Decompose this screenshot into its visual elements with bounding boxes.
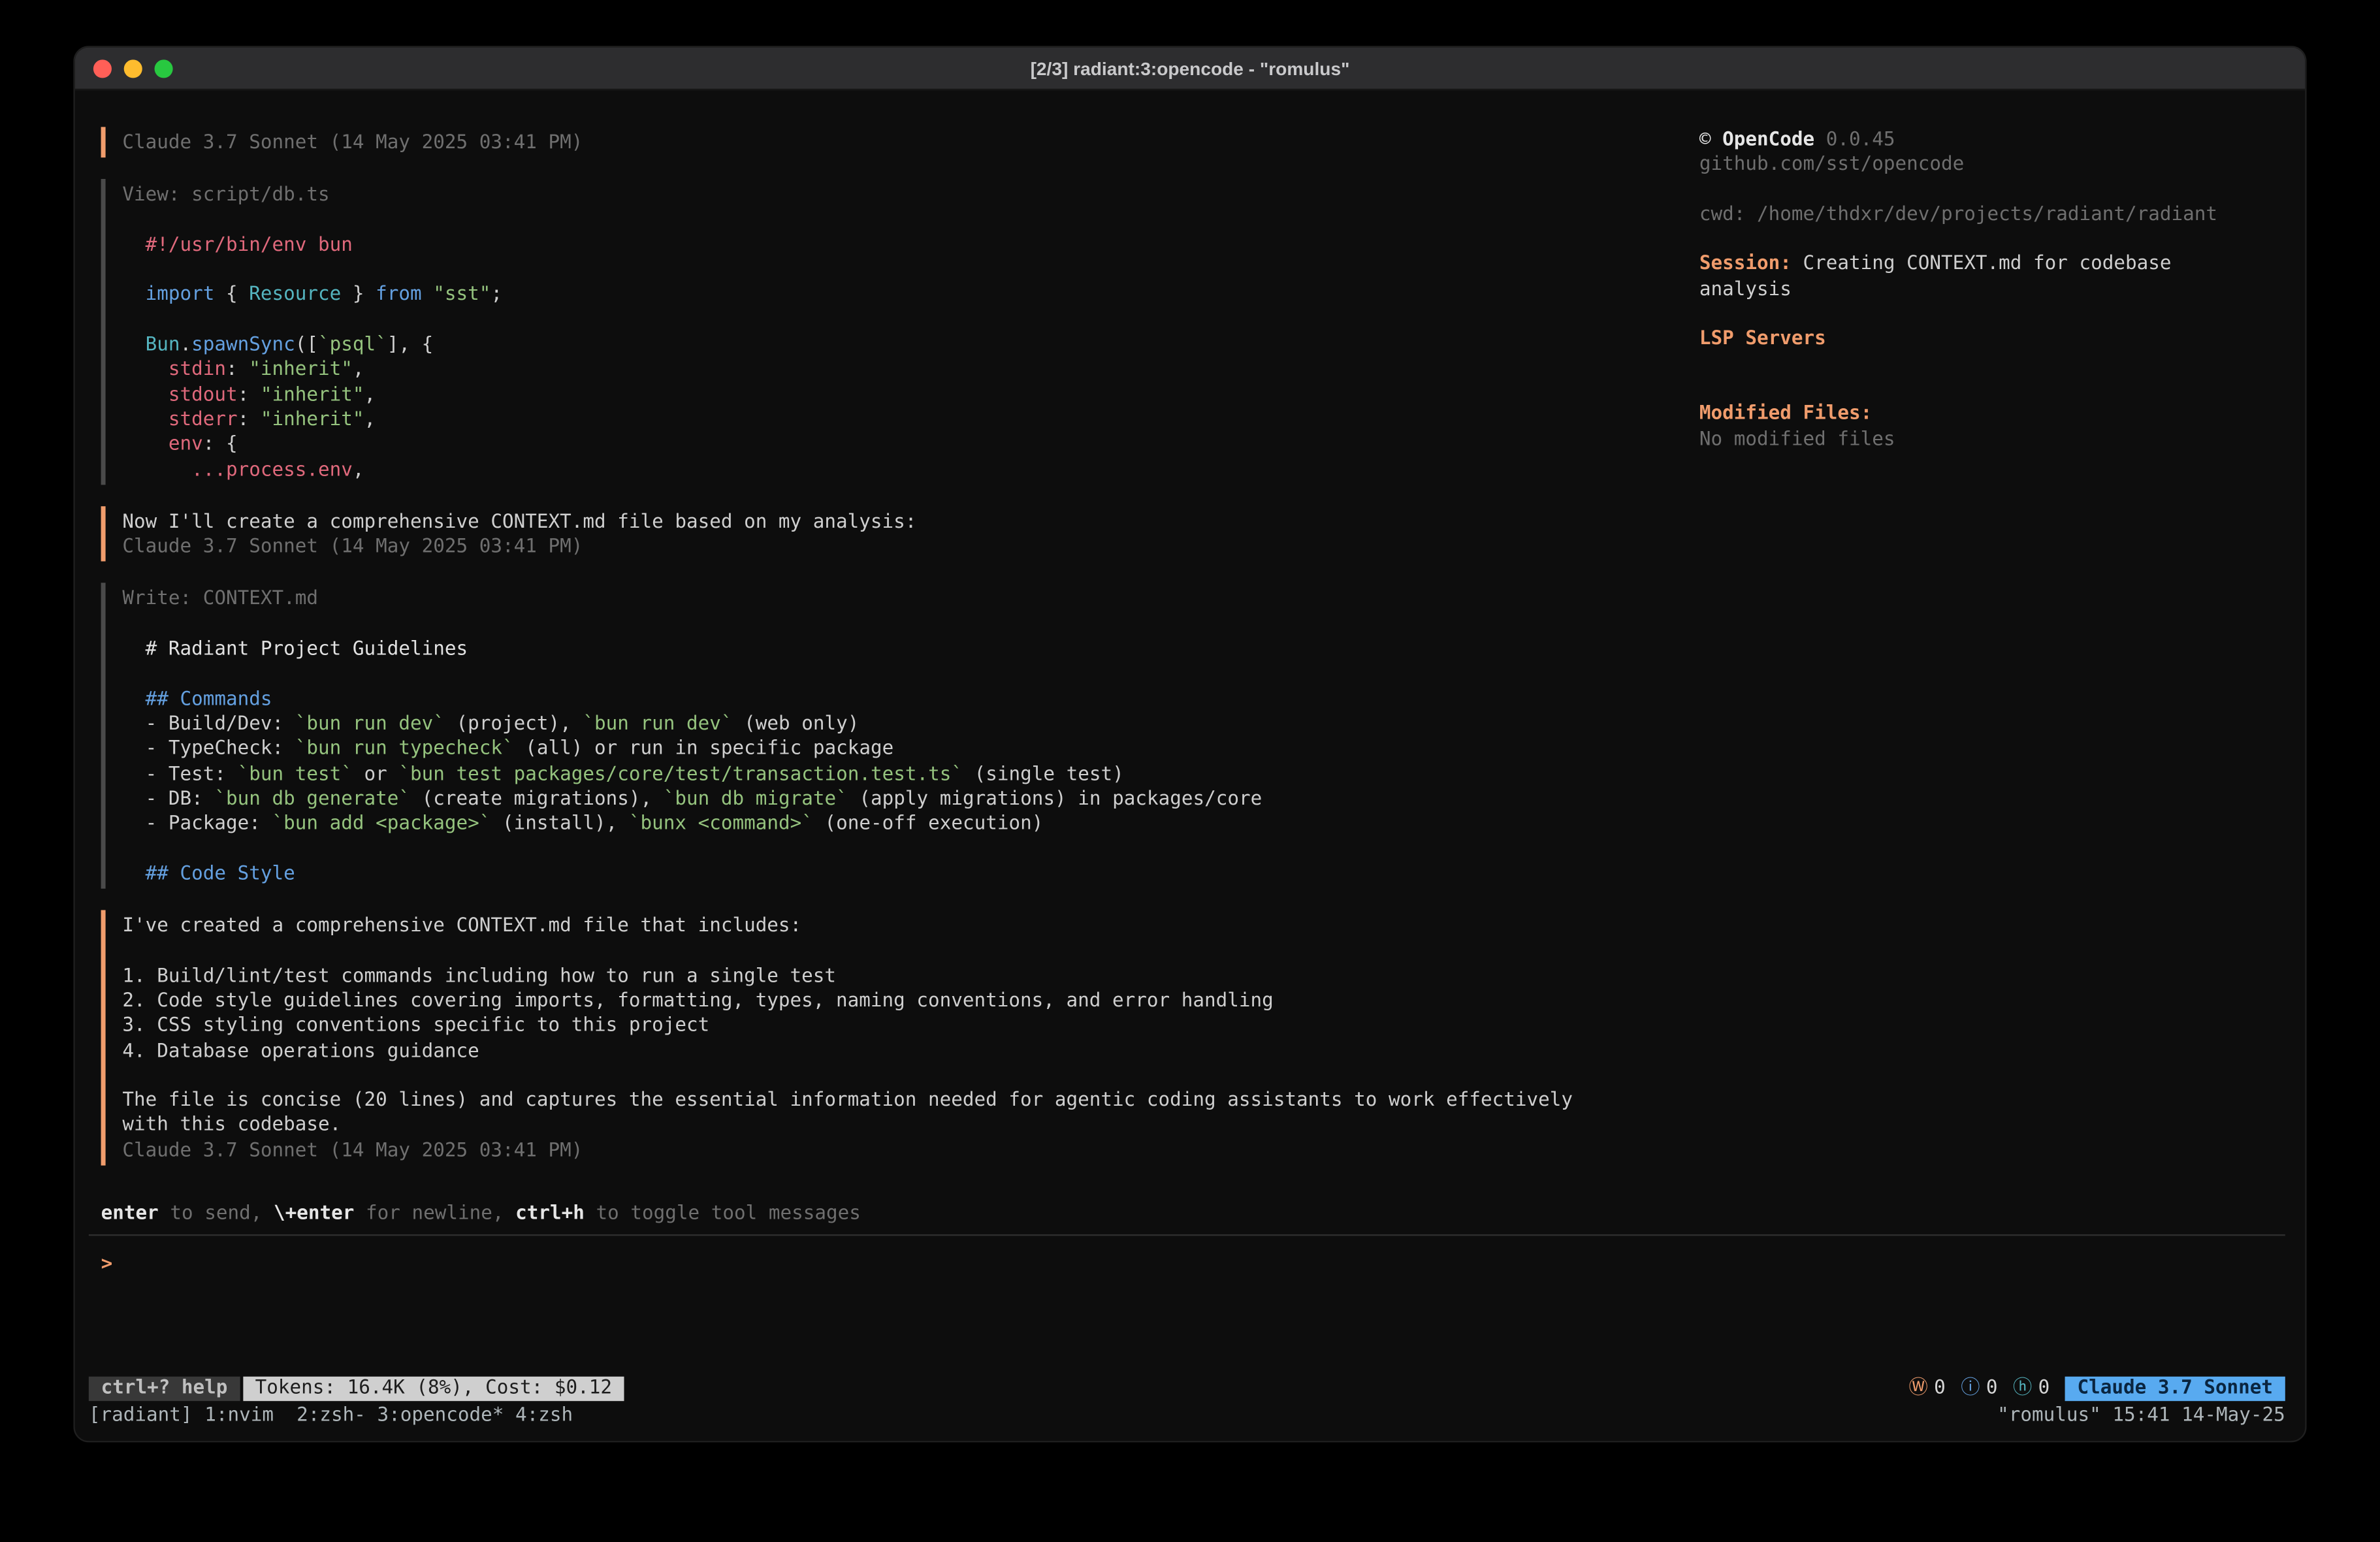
terminal-line: import { Resource } from "sst";: [122, 282, 1699, 307]
terminal-line: [122, 208, 1699, 233]
terminal-line: stdout: "inherit",: [122, 382, 1699, 407]
terminal-line: env: {: [122, 432, 1699, 457]
terminal-line: #!/usr/bin/env bun: [122, 233, 1699, 257]
terminal-line: 2. Code style guidelines covering import…: [122, 988, 1699, 1013]
terminal-line: [1699, 302, 2238, 327]
window-title: [2/3] radiant:3:opencode - "romulus": [75, 57, 2305, 79]
terminal-line: with this codebase.: [122, 1112, 1699, 1137]
terminal-line: - Test: `bun test` or `bun test packages…: [122, 761, 1699, 786]
terminal-line: - Package: `bun add <package>` (install)…: [122, 811, 1699, 835]
diagnostics-info: ⓘ 0: [1961, 1375, 1997, 1400]
terminal-line: [1699, 351, 2238, 376]
terminal-line: [1699, 376, 2238, 401]
terminal-line: [122, 257, 1699, 282]
warning-count: 0: [1934, 1375, 1946, 1400]
terminal-line: - TypeCheck: `bun run typecheck` (all) o…: [122, 736, 1699, 761]
tool-write-block: Write: CONTEXT.md # Radiant Project Guid…: [101, 583, 1699, 888]
terminal-line: Claude 3.7 Sonnet (14 May 2025 03:41 PM): [122, 534, 1699, 559]
terminal-line: Claude 3.7 Sonnet (14 May 2025 03:41 PM): [122, 130, 1699, 155]
info-count: 0: [1986, 1375, 1998, 1400]
terminal-line: - DB: `bun db generate` (create migratio…: [122, 786, 1699, 811]
terminal-line: Now I'll create a comprehensive CONTEXT.…: [122, 509, 1699, 534]
terminal-line: [122, 1063, 1699, 1087]
desktop: [2/3] radiant:3:opencode - "romulus" Cla…: [0, 0, 2380, 1542]
terminal-line: cwd: /home/thdxr/dev/projects/radiant/ra…: [1699, 202, 2238, 227]
terminal-line: 3. CSS styling conventions specific to t…: [122, 1013, 1699, 1038]
help-badge[interactable]: ctrl+? help: [89, 1376, 240, 1400]
session-sidebar: © OpenCode 0.0.45github.com/sst/opencode…: [1699, 127, 2238, 451]
assistant-message-block: I've created a comprehensive CONTEXT.md …: [101, 910, 1699, 1165]
info-icon: ⓘ: [1961, 1375, 1980, 1400]
hint-count: 0: [2038, 1375, 2050, 1400]
terminal-line: [122, 662, 1699, 686]
terminal-line: - Build/Dev: `bun run dev` (project), `b…: [122, 711, 1699, 736]
terminal-line: 4. Database operations guidance: [122, 1038, 1699, 1063]
close-button[interactable]: [93, 59, 112, 77]
terminal-line: [1699, 177, 2238, 202]
terminal-line: ## Code Style: [122, 861, 1699, 886]
tmux-right-status: "romulus" 15:41 14-May-25: [1997, 1403, 2285, 1428]
terminal-line: [122, 836, 1699, 861]
terminal-line: No modified files: [1699, 426, 2238, 451]
input-divider: [89, 1234, 2285, 1236]
terminal-line: stdin: "inherit",: [122, 357, 1699, 382]
terminal-line: [122, 611, 1699, 636]
traffic-lights: [93, 59, 173, 77]
terminal-line: ## Commands: [122, 686, 1699, 711]
zoom-button[interactable]: [155, 59, 173, 77]
terminal-line: Modified Files:: [1699, 401, 2238, 426]
terminal-line: 1. Build/lint/test commands including ho…: [122, 963, 1699, 988]
prompt-input[interactable]: >: [101, 1251, 113, 1276]
tokens-cost-badge: Tokens: 16.4K (8%), Cost: $0.12: [243, 1376, 624, 1400]
terminal-line: [1699, 227, 2238, 251]
status-bar: ctrl+? help Tokens: 16.4K (8%), Cost: $0…: [89, 1375, 2285, 1401]
tmux-session-name: [radiant]: [89, 1403, 193, 1428]
terminal-line: analysis: [1699, 276, 2238, 301]
tool-view-block: View: script/db.ts #!/usr/bin/env bun im…: [101, 180, 1699, 485]
hint-icon: ⓗ: [2013, 1375, 2032, 1400]
terminal-window: [2/3] radiant:3:opencode - "romulus" Cla…: [73, 46, 2306, 1442]
chat-area: Claude 3.7 Sonnet (14 May 2025 03:41 PM)…: [101, 127, 1699, 1187]
terminal-line: © OpenCode 0.0.45: [1699, 127, 2238, 152]
terminal-line: Write: CONTEXT.md: [122, 586, 1699, 611]
terminal-line: Bun.spawnSync([`psql`], {: [122, 332, 1699, 357]
terminal-line: ...process.env,: [122, 457, 1699, 481]
warning-icon: Ⓦ: [1909, 1375, 1928, 1400]
diagnostics-hints: ⓗ 0: [2013, 1375, 2050, 1400]
minimize-button[interactable]: [124, 59, 142, 77]
terminal-line: View: script/db.ts: [122, 182, 1699, 207]
tmux-status-bar: [radiant] 1:nvim 2:zsh- 3:opencode* 4:zs…: [89, 1403, 2285, 1429]
terminal-line: Session: Creating CONTEXT.md for codebas…: [1699, 251, 2238, 276]
model-badge[interactable]: Claude 3.7 Sonnet: [2065, 1376, 2285, 1400]
terminal-line: stderr: "inherit",: [122, 407, 1699, 432]
titlebar[interactable]: [2/3] radiant:3:opencode - "romulus": [75, 48, 2305, 91]
assistant-message-block: Claude 3.7 Sonnet (14 May 2025 03:41 PM): [101, 127, 1699, 158]
terminal-line: The file is concise (20 lines) and captu…: [122, 1087, 1699, 1112]
input-hint: enter to send, \+enter for newline, ctrl…: [101, 1200, 861, 1225]
terminal-line: I've created a comprehensive CONTEXT.md …: [122, 913, 1699, 938]
tmux-window-list[interactable]: 1:nvim 2:zsh- 3:opencode* 4:zsh: [204, 1403, 573, 1428]
terminal-line: Claude 3.7 Sonnet (14 May 2025 03:41 PM): [122, 1138, 1699, 1163]
terminal-line: enter to send, \+enter for newline, ctrl…: [101, 1200, 861, 1225]
diagnostics-warnings: Ⓦ 0: [1909, 1375, 1946, 1400]
assistant-message-block: Now I'll create a comprehensive CONTEXT.…: [101, 506, 1699, 562]
terminal-line: LSP Servers: [1699, 327, 2238, 351]
terminal-line: github.com/sst/opencode: [1699, 152, 2238, 177]
terminal-line: # Radiant Project Guidelines: [122, 636, 1699, 661]
terminal-line: [122, 938, 1699, 963]
terminal-line: [122, 307, 1699, 332]
terminal-screen: Claude 3.7 Sonnet (14 May 2025 03:41 PM)…: [75, 90, 2305, 1441]
